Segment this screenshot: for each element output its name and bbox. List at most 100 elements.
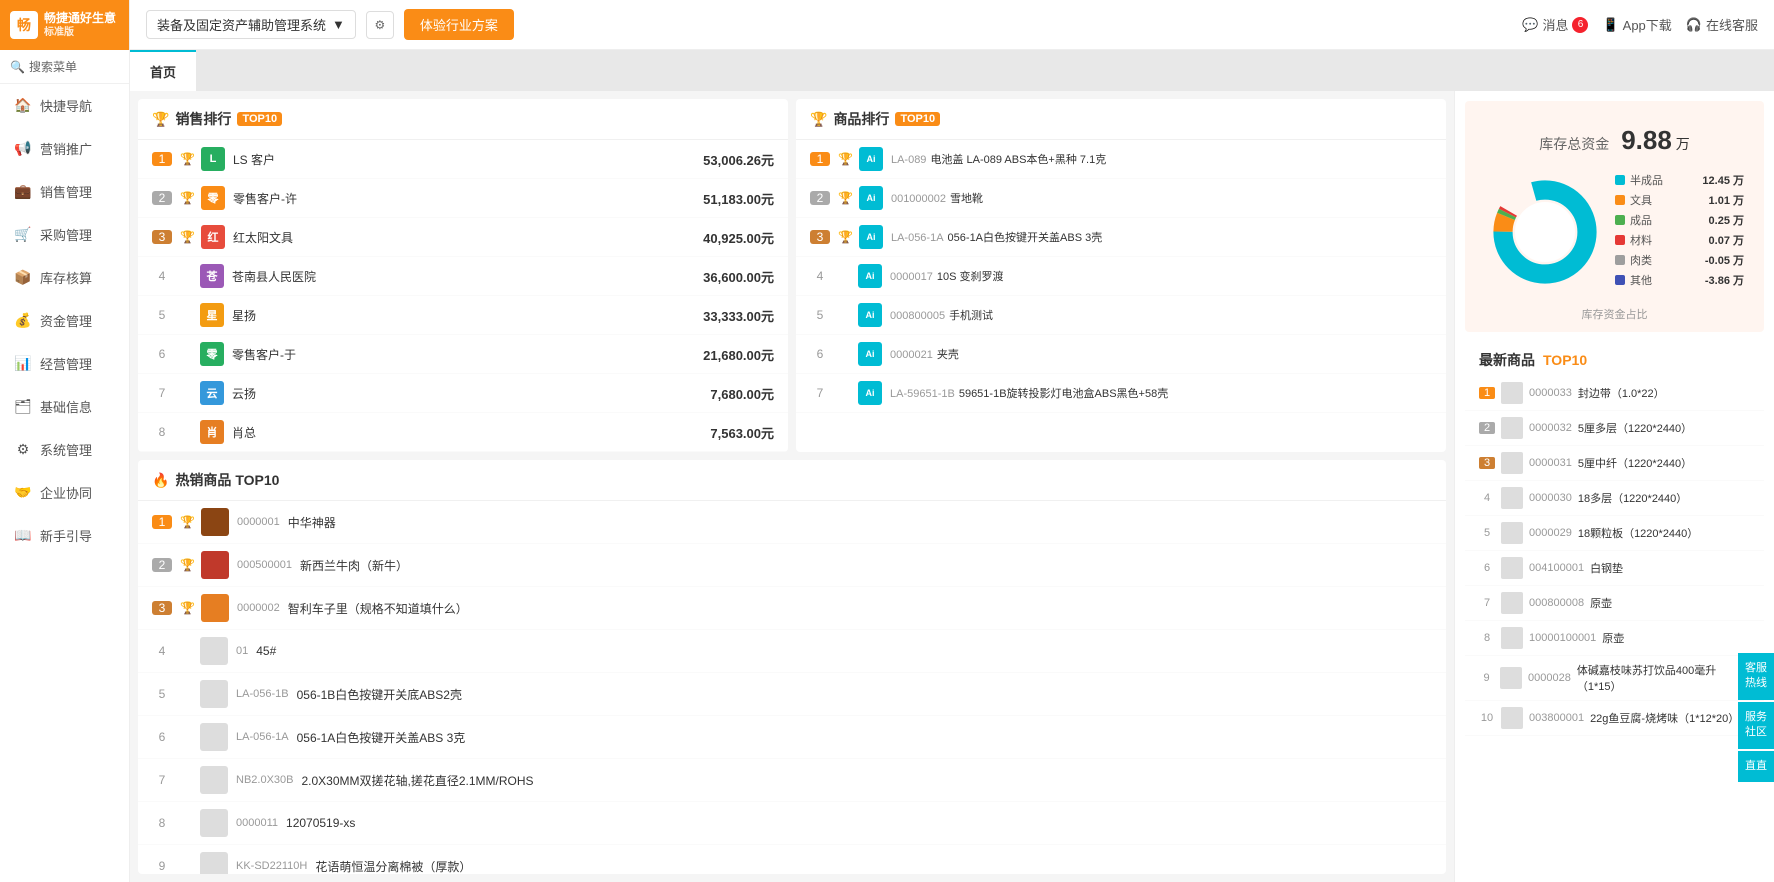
product-img: Ai	[859, 147, 883, 171]
product-thumbnail	[1501, 592, 1523, 614]
trophy-silver2: 🏆	[838, 191, 853, 205]
list-item: 3 🏆 0000002 智利车子里（规格不知道填什么）	[138, 587, 1446, 630]
list-item: 6 LA-056-1A 056-1A白色按键开关盖ABS 3克	[138, 716, 1446, 759]
trophy-icon-2: 🏆	[810, 111, 827, 128]
hot-products-list: 1 🏆 0000001 中华神器 2 🏆 000500001 新西兰牛肉（新牛）	[138, 501, 1446, 874]
rank-5: 5	[152, 308, 172, 322]
list-item: 1 0000033 封边带（1.0*22）	[1465, 376, 1764, 411]
inventory-legend: 半成品 12.45 万 文具 1.01 万 成品 0.25 万	[1615, 172, 1744, 292]
table-row: 3 🏆 红 红太阳文具 40,925.00元	[138, 218, 788, 257]
table-row: 6 零 零售客户-于 21,680.00元	[138, 335, 788, 374]
trophy-icon: 🏆	[152, 111, 169, 128]
system-icon: ⚙	[14, 441, 32, 459]
product-thumbnail	[1501, 522, 1523, 544]
trophy-silver: 🏆	[180, 191, 195, 205]
cooperation-icon: 🤝	[14, 484, 32, 502]
trophy-silver3: 🏆	[180, 558, 195, 572]
donut-chart	[1485, 172, 1605, 292]
rank-7: 7	[152, 386, 172, 400]
main-area: 装备及固定资产辅助管理系统 ▼ ⚙ 体验行业方案 💬 消息 6 📱 App下载 …	[130, 0, 1774, 882]
home-icon: 🏠	[14, 97, 32, 115]
legend-dot	[1615, 215, 1625, 225]
legend-dot	[1615, 235, 1625, 245]
app-download-button[interactable]: 📱 App下载	[1602, 15, 1671, 34]
trial-button[interactable]: 体验行业方案	[404, 9, 514, 40]
sidebar-item-inventory[interactable]: 📦 库存核算	[0, 256, 129, 299]
cs-hotline-button[interactable]: 客服 热线	[1738, 653, 1774, 700]
table-row: 6 Ai 0000021夹壳	[796, 335, 1446, 374]
sidebar-item-purchase[interactable]: 🛒 采购管理	[0, 213, 129, 256]
table-row: 3 🏆 Ai LA-056-1A056-1A白色按键开关盖ABS 3壳	[796, 218, 1446, 257]
list-item: 5 LA-056-1B 056-1B白色按键开关底ABS2壳	[138, 673, 1446, 716]
sidebar-search[interactable]: 🔍 搜索菜单	[0, 50, 129, 84]
avatar: 苍	[200, 264, 224, 288]
message-button[interactable]: 💬 消息 6	[1522, 15, 1588, 34]
customer-ranking-card: 🏆 销售排行 TOP10 1 🏆 L LS 客户 53,006.26元	[138, 99, 788, 452]
table-row: 5 星 星扬 33,333.00元	[138, 296, 788, 335]
chart-label: 库存资金占比	[1475, 306, 1754, 322]
product-thumbnail	[1501, 557, 1523, 579]
system-selector[interactable]: 装备及固定资产辅助管理系统 ▼	[146, 10, 356, 39]
product-img: Ai	[859, 186, 883, 210]
avatar: 肖	[200, 420, 224, 444]
rank-8: 8	[152, 425, 172, 439]
list-item: 4 01 45#	[138, 630, 1446, 673]
avatar: L	[201, 147, 225, 171]
rank-2: 2	[810, 191, 830, 205]
product-ranking-list: 1 🏆 Ai LA-089电池盖 LA-089 ABS本色+黑种 7.1克 2 …	[796, 140, 1446, 413]
purchase-icon: 🛒	[14, 226, 32, 244]
list-item: 5 0000029 18颗粒板（1220*2440）	[1465, 516, 1764, 551]
sales-icon: 💼	[14, 183, 32, 201]
product-ranking-card: 🏆 商品排行 TOP10 1 🏆 Ai LA-089电池盖 LA-089 ABS…	[796, 99, 1446, 452]
sidebar-item-system[interactable]: ⚙ 系统管理	[0, 428, 129, 471]
product-thumbnail	[1501, 417, 1523, 439]
tab-home[interactable]: 首页	[130, 50, 196, 91]
product-img: Ai	[858, 303, 882, 327]
hot-products-card: 🔥 热销商品 TOP10 1 🏆 0000001 中华神器 2 🏆	[138, 460, 1446, 874]
sidebar-item-management[interactable]: 📊 经营管理	[0, 342, 129, 385]
trophy-gold: 🏆	[180, 152, 195, 166]
list-item: 1 🏆 0000001 中华神器	[138, 501, 1446, 544]
latest-products-header: 最新商品 TOP10	[1465, 340, 1764, 376]
content-area: 🏆 销售排行 TOP10 1 🏆 L LS 客户 53,006.26元	[130, 91, 1774, 882]
online-service-button[interactable]: 🎧 在线客服	[1686, 15, 1758, 34]
search-icon: 🔍	[10, 60, 25, 74]
product-thumbnail	[200, 680, 228, 708]
rank-1: 1	[152, 152, 172, 166]
marketing-icon: 📢	[14, 140, 32, 158]
list-item: 10 003800001 22g鱼豆腐-烧烤味（1*12*20）	[1465, 701, 1764, 736]
sidebar-item-basic-info[interactable]: 🗂 基础信息	[0, 385, 129, 428]
table-row: 1 🏆 Ai LA-089电池盖 LA-089 ABS本色+黑种 7.1克	[796, 140, 1446, 179]
sidebar: 畅 畅捷通好生意 标准版 🔍 搜索菜单 🏠 快捷导航 📢 营销推广 💼 销售管理…	[0, 0, 130, 882]
legend-item-meat: 肉类 -0.05 万	[1615, 252, 1744, 268]
table-row: 1 🏆 L LS 客户 53,006.26元	[138, 140, 788, 179]
product-thumbnail	[1501, 452, 1523, 474]
sidebar-item-sales[interactable]: 💼 销售管理	[0, 170, 129, 213]
cs-direct-button[interactable]: 直直	[1738, 751, 1774, 782]
legend-item-stationery: 文具 1.01 万	[1615, 192, 1744, 208]
phone-icon: 📱	[1602, 17, 1618, 33]
table-row: 4 Ai 000001710S 变刹罗渡	[796, 257, 1446, 296]
sidebar-item-finance[interactable]: 💰 资金管理	[0, 299, 129, 342]
rank-3: 3	[810, 230, 830, 244]
sidebar-logo: 畅 畅捷通好生意 标准版	[0, 0, 129, 50]
product-thumbnail	[1501, 627, 1523, 649]
sidebar-menu: 🏠 快捷导航 📢 营销推广 💼 销售管理 🛒 采购管理 📦 库存核算 💰 资金管…	[0, 84, 129, 882]
table-row: 7 云 云扬 7,680.00元	[138, 374, 788, 413]
avatar: 云	[200, 381, 224, 405]
sidebar-item-guide[interactable]: 📖 新手引导	[0, 514, 129, 557]
settings-button[interactable]: ⚙	[366, 11, 394, 39]
trophy-bronze: 🏆	[180, 230, 195, 244]
product-ranking-badge: TOP10	[895, 112, 940, 126]
trophy-bronze2: 🏆	[838, 230, 853, 244]
list-item: 3 0000031 5厘中纤（1220*2440）	[1465, 446, 1764, 481]
legend-dot	[1615, 255, 1625, 265]
sidebar-item-cooperation[interactable]: 🤝 企业协同	[0, 471, 129, 514]
latest-products-section: 最新商品 TOP10 1 0000033 封边带（1.0*22） 2 00000…	[1465, 340, 1764, 736]
avatar: 零	[201, 186, 225, 210]
legend-dot	[1615, 175, 1625, 185]
sidebar-item-marketing[interactable]: 📢 营销推广	[0, 127, 129, 170]
cs-community-button[interactable]: 服务 社区	[1738, 702, 1774, 749]
hot-products-header: 🔥 热销商品 TOP10	[138, 460, 1446, 501]
sidebar-item-shortcuts[interactable]: 🏠 快捷导航	[0, 84, 129, 127]
